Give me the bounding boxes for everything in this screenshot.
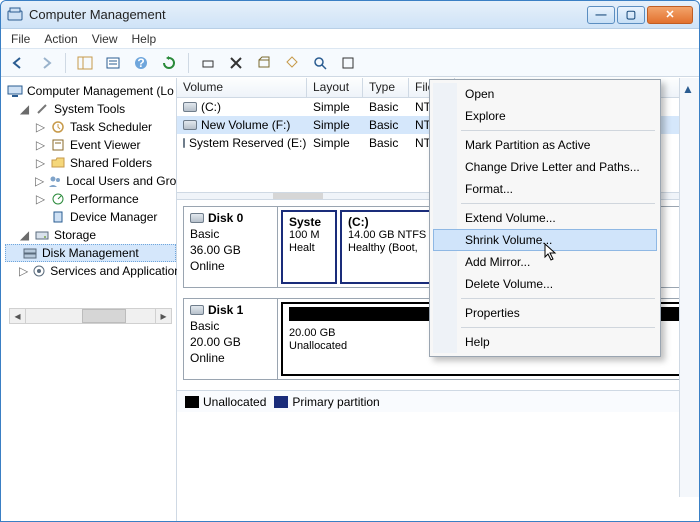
tree-event-viewer[interactable]: ▷Event Viewer	[5, 136, 176, 154]
delete2-icon[interactable]	[225, 52, 247, 74]
drive-icon	[183, 138, 185, 148]
ctx-format[interactable]: Format...	[433, 178, 657, 200]
titlebar[interactable]: Computer Management — ▢ ✕	[1, 1, 699, 29]
tree-device-manager[interactable]: Device Manager	[5, 208, 176, 226]
menu-file[interactable]: File	[11, 32, 30, 46]
tree-system-tools[interactable]: ◢System Tools	[5, 100, 176, 118]
menu-help[interactable]: Help	[132, 32, 157, 46]
ctx-add-mirror[interactable]: Add Mirror...	[433, 251, 657, 273]
help-icon[interactable]: ?	[130, 52, 152, 74]
back-button[interactable]	[7, 52, 29, 74]
scroll-thumb[interactable]	[82, 309, 126, 323]
ctx-separator	[461, 327, 655, 328]
tools-icon	[34, 101, 50, 117]
refresh-icon[interactable]	[158, 52, 180, 74]
tree-local-users[interactable]: ▷Local Users and Gro	[5, 172, 176, 190]
ctx-delete-volume[interactable]: Delete Volume...	[433, 273, 657, 295]
ctx-change-drive-letter[interactable]: Change Drive Letter and Paths...	[433, 156, 657, 178]
expand-icon[interactable]: ▷	[35, 120, 46, 134]
tree-nav: Computer Management (Lo ◢System Tools ▷T…	[1, 78, 177, 521]
ctx-separator	[461, 298, 655, 299]
ctx-separator	[461, 203, 655, 204]
event-icon	[50, 137, 66, 153]
ctx-extend-volume[interactable]: Extend Volume...	[433, 207, 657, 229]
collapse-icon[interactable]: ◢	[19, 102, 30, 116]
ctx-explore[interactable]: Explore	[433, 105, 657, 127]
disk-icon	[190, 213, 204, 223]
legend-swatch-unallocated	[185, 396, 199, 408]
properties-icon[interactable]	[102, 52, 124, 74]
tree-task-scheduler[interactable]: ▷Task Scheduler	[5, 118, 176, 136]
scroll-left-icon[interactable]: ◂	[10, 309, 26, 323]
users-icon	[48, 173, 62, 189]
menubar: File Action View Help	[1, 29, 699, 49]
computer-icon	[7, 83, 23, 99]
drive-icon	[183, 102, 197, 112]
action6-icon[interactable]	[337, 52, 359, 74]
expand-icon[interactable]: ▷	[35, 174, 44, 188]
folder-share-icon	[50, 155, 66, 171]
tree-shared-folders[interactable]: ▷Shared Folders	[5, 154, 176, 172]
context-menu: Open Explore Mark Partition as Active Ch…	[429, 79, 661, 357]
clock-icon	[50, 119, 66, 135]
window-title: Computer Management	[29, 7, 587, 22]
col-type[interactable]: Type	[363, 78, 409, 97]
disk0-header: Disk 0 Basic 36.00 GB Online	[184, 207, 278, 287]
tree-performance[interactable]: ▷Performance	[5, 190, 176, 208]
minimize-button[interactable]: —	[587, 6, 615, 24]
tree-disk-management[interactable]: Disk Management	[5, 244, 176, 262]
disk-icon	[190, 305, 204, 315]
services-icon	[32, 263, 46, 279]
action1-icon[interactable]	[197, 52, 219, 74]
ctx-open[interactable]: Open	[433, 83, 657, 105]
drive-icon	[183, 120, 197, 130]
disk0-partition-system-reserved[interactable]: Syste 100 M Healt	[281, 210, 337, 284]
menu-action[interactable]: Action	[44, 32, 77, 46]
col-volume[interactable]: Volume	[177, 78, 307, 97]
actions-pane-collapsed[interactable]: ▲	[679, 78, 699, 497]
disk-mgmt-icon	[22, 245, 38, 261]
svg-text:?: ?	[137, 56, 144, 70]
toolbar: ?	[1, 49, 699, 77]
scroll-right-icon[interactable]: ▸	[155, 309, 171, 323]
tree-storage[interactable]: ◢Storage	[5, 226, 176, 244]
ctx-separator	[461, 130, 655, 131]
chevron-up-icon[interactable]: ▲	[682, 82, 694, 96]
menu-view[interactable]: View	[92, 32, 118, 46]
maximize-button[interactable]: ▢	[617, 6, 645, 24]
show-hide-tree-icon[interactable]	[74, 52, 96, 74]
storage-icon	[34, 227, 50, 243]
tree-scrollbar-horizontal[interactable]: ◂ ▸	[9, 308, 172, 324]
expand-icon[interactable]: ▷	[19, 264, 28, 278]
app-icon	[7, 7, 23, 23]
collapse-icon[interactable]: ◢	[19, 228, 30, 242]
legend: Unallocated Primary partition	[177, 390, 699, 412]
expand-icon[interactable]: ▷	[35, 192, 46, 206]
device-icon	[50, 209, 66, 225]
ctx-mark-active[interactable]: Mark Partition as Active	[433, 134, 657, 156]
legend-swatch-primary	[274, 396, 288, 408]
expand-icon[interactable]: ▷	[35, 156, 46, 170]
window-computer-management: Computer Management — ▢ ✕ File Action Vi…	[0, 0, 700, 522]
ctx-help[interactable]: Help	[433, 331, 657, 353]
action5-icon[interactable]	[309, 52, 331, 74]
close-button[interactable]: ✕	[647, 6, 693, 24]
action3-icon[interactable]	[253, 52, 275, 74]
expand-icon[interactable]: ▷	[35, 138, 46, 152]
col-layout[interactable]: Layout	[307, 78, 363, 97]
ctx-properties[interactable]: Properties	[433, 302, 657, 324]
perf-icon	[50, 191, 66, 207]
forward-button[interactable]	[35, 52, 57, 74]
tree-root[interactable]: Computer Management (Lo	[5, 82, 176, 100]
tree-services[interactable]: ▷Services and Application	[5, 262, 176, 280]
action4-icon[interactable]	[281, 52, 303, 74]
disk1-header: Disk 1 Basic 20.00 GB Online	[184, 299, 278, 379]
ctx-shrink-volume[interactable]: Shrink Volume...	[433, 229, 657, 251]
